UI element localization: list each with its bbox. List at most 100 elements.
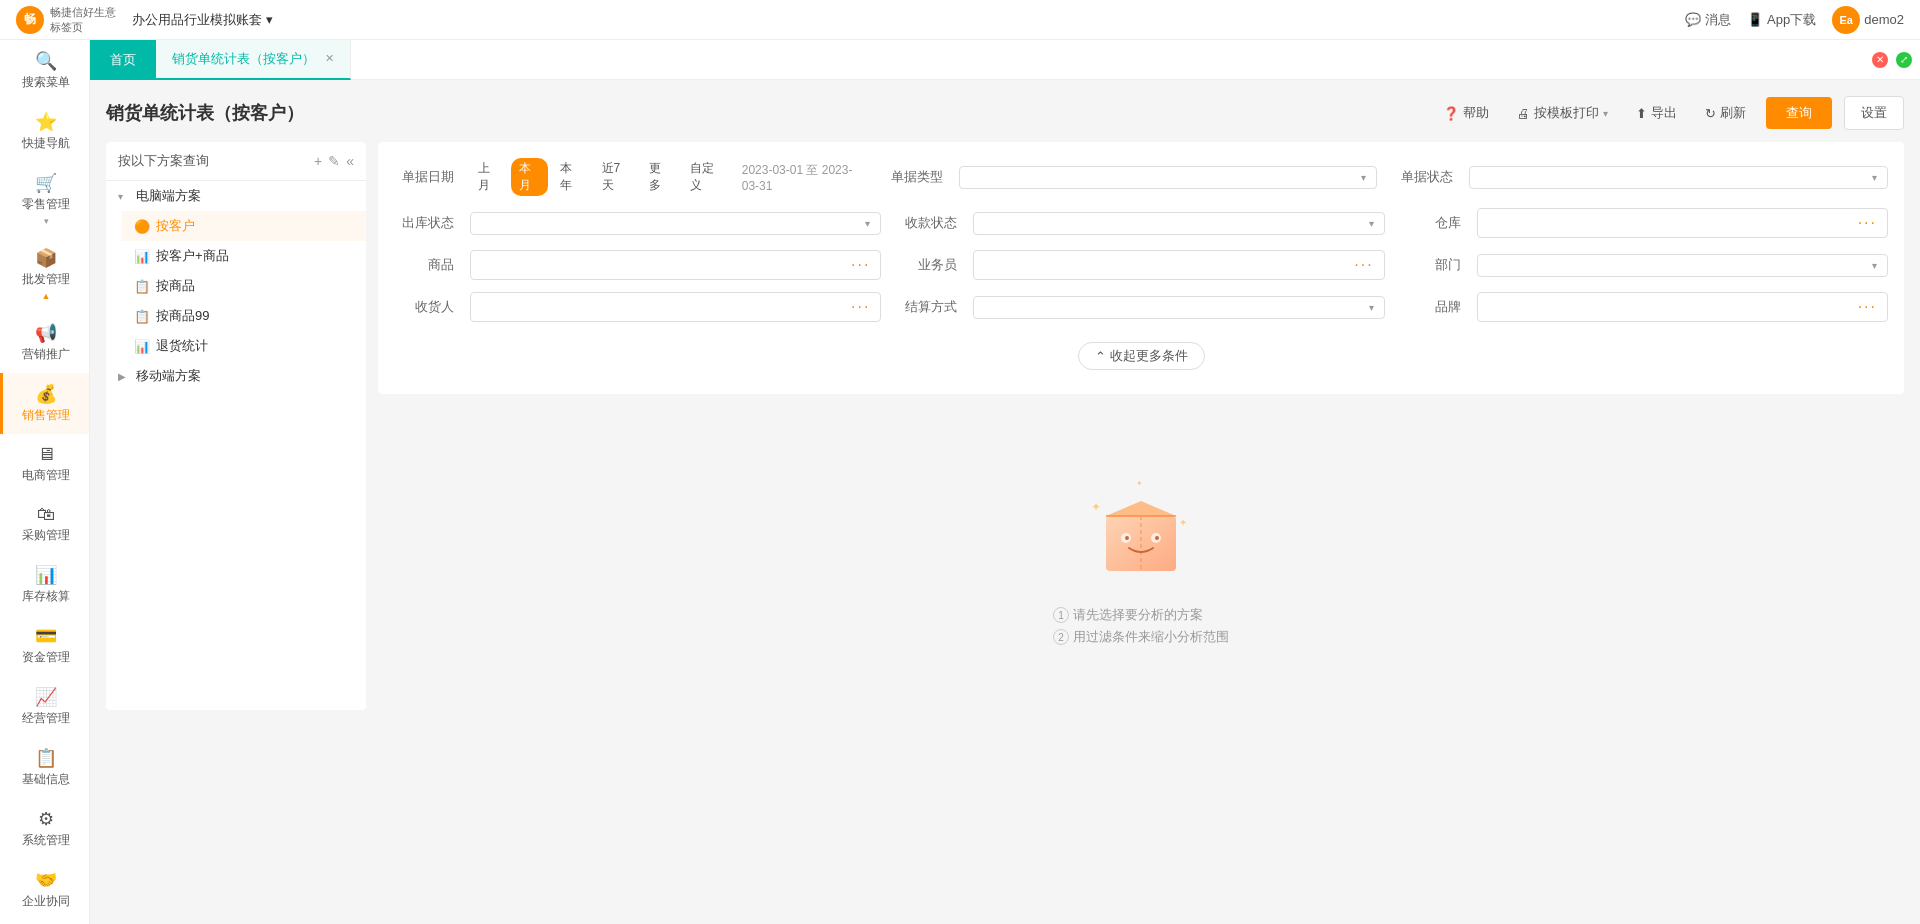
- message-button[interactable]: 💬 消息: [1685, 11, 1731, 29]
- logo-area: 畅 畅捷信好生意 标签页: [16, 5, 116, 34]
- edit-scheme-button[interactable]: ✎: [328, 153, 340, 169]
- content-panel: 单据日期 上月 本月 本年 近7天 更多 自定义 2023-03-01 至 20…: [378, 142, 1904, 710]
- sidebar-item-inventory[interactable]: 📊 库存核算: [0, 554, 89, 615]
- filter-row-3: 商品 ··· 业务员 ··· 部门: [394, 250, 1888, 280]
- svg-point-5: [1125, 536, 1129, 540]
- consignee-input[interactable]: ···: [470, 292, 881, 322]
- window-controls: ✕ ⤢: [1872, 52, 1920, 68]
- add-scheme-button[interactable]: +: [314, 153, 322, 169]
- collapse-panel-button[interactable]: «: [346, 153, 354, 169]
- sidebar-item-ecommerce[interactable]: 🖥 电商管理: [0, 434, 89, 494]
- payment-status-select[interactable]: ▾: [973, 212, 1384, 235]
- sidebar-item-enterprise[interactable]: 🤝 企业协同: [0, 859, 89, 920]
- department-select[interactable]: ▾: [1477, 254, 1888, 277]
- content-area: 首页 销货单统计表（按客户） ✕ ✕ ⤢ 销货单统计表（按客户） ❓ 帮助: [90, 40, 1920, 924]
- print-dropdown-icon: ▾: [1603, 108, 1608, 119]
- outbound-status-label: 出库状态: [394, 214, 454, 232]
- window-maximize-button[interactable]: ⤢: [1896, 52, 1912, 68]
- svg-text:✦: ✦: [1136, 479, 1143, 488]
- return-icon: 📊: [134, 339, 150, 354]
- tree-item-by-goods[interactable]: 📋 按商品: [122, 271, 366, 301]
- tip-num-1: 1: [1053, 607, 1069, 623]
- help-button[interactable]: ❓ 帮助: [1435, 100, 1497, 126]
- date-tab-custom[interactable]: 自定义: [682, 158, 730, 196]
- sidebar-item-marketing[interactable]: 📢 营销推广: [0, 312, 89, 373]
- user-menu[interactable]: Ea demo2: [1832, 6, 1904, 34]
- warehouse-input[interactable]: ···: [1477, 208, 1888, 238]
- outbound-chevron: ▾: [865, 218, 870, 229]
- tree-item-return-stat[interactable]: 📊 退货统计: [122, 331, 366, 361]
- tab-sales-stat[interactable]: 销货单统计表（按客户） ✕: [156, 40, 351, 80]
- cart-icon: 🛒: [7, 172, 85, 194]
- sidebar-item-new-guide[interactable]: 🎯 新手引导: [0, 920, 89, 924]
- export-button[interactable]: ⬆ 导出: [1628, 100, 1685, 126]
- megaphone-icon: 📢: [7, 322, 85, 344]
- department-chevron: ▾: [1872, 260, 1877, 271]
- sidebar-item-system[interactable]: ⚙ 系统管理: [0, 798, 89, 859]
- date-filter-control: 上月 本月 本年 近7天 更多 自定义 2023-03-01 至 2023-03…: [470, 158, 867, 196]
- date-tab-last-7days[interactable]: 近7天: [594, 158, 637, 196]
- empty-illustration: ✦ ✦ ✦: [1081, 466, 1201, 586]
- filter-row-1: 单据日期 上月 本月 本年 近7天 更多 自定义 2023-03-01 至 20…: [394, 158, 1888, 196]
- card-icon: 💳: [7, 625, 85, 647]
- page-title: 销货单统计表（按客户）: [106, 101, 304, 125]
- app-download-button[interactable]: 📱 App下载: [1747, 11, 1816, 29]
- consignee-label: 收货人: [394, 298, 454, 316]
- order-status-chevron: ▾: [1872, 172, 1877, 183]
- left-panel-header: 按以下方案查询 + ✎ «: [106, 142, 366, 181]
- order-type-select[interactable]: ▾: [959, 166, 1378, 189]
- order-date-label: 单据日期: [394, 168, 454, 186]
- tree-desktop-section[interactable]: ▾ 电脑端方案: [106, 181, 366, 211]
- goods-dots: ···: [851, 256, 870, 274]
- sidebar-item-retail[interactable]: 🛒 零售管理 ▾: [0, 162, 89, 237]
- date-tab-this-year[interactable]: 本年: [552, 158, 589, 196]
- computer-icon: 🖥: [7, 444, 85, 465]
- filter-row-4: 收货人 ··· 结算方式 ▾ 品牌: [394, 292, 1888, 322]
- refresh-icon: ↻: [1705, 106, 1716, 121]
- svg-text:✦: ✦: [1091, 500, 1101, 514]
- date-tab-more[interactable]: 更多: [641, 158, 678, 196]
- app-selector[interactable]: 办公用品行业模拟账套 ▾: [124, 7, 281, 33]
- page-content: 销货单统计表（按客户） ❓ 帮助 🖨 按模板打印 ▾ ⬆ 导出: [90, 80, 1920, 924]
- window-close-button[interactable]: ✕: [1872, 52, 1888, 68]
- sidebar-item-operations[interactable]: 📈 经营管理: [0, 676, 89, 737]
- svg-point-6: [1155, 536, 1159, 540]
- order-status-select[interactable]: ▾: [1469, 166, 1888, 189]
- query-button[interactable]: 查询: [1766, 97, 1832, 129]
- sidebar-item-purchase[interactable]: 🛍 采购管理: [0, 494, 89, 554]
- tree-item-by-goods-99[interactable]: 📋 按商品99: [122, 301, 366, 331]
- tree-mobile-section[interactable]: ▶ 移动端方案: [106, 361, 366, 391]
- brand-input[interactable]: ···: [1477, 292, 1888, 322]
- filter-row-2: 出库状态 ▾ 收款状态 ▾ 仓库: [394, 208, 1888, 238]
- date-tab-last-month[interactable]: 上月: [470, 158, 507, 196]
- sidebar-item-base-info[interactable]: 📋 基础信息: [0, 737, 89, 798]
- settings-button[interactable]: 设置: [1844, 96, 1904, 130]
- date-range-display: 2023-03-01 至 2023-03-31: [742, 162, 867, 193]
- date-tabs: 上月 本月 本年 近7天 更多 自定义 2023-03-01 至 2023-03…: [470, 158, 867, 196]
- header-left: 畅 畅捷信好生意 标签页 办公用品行业模拟账套 ▾: [16, 5, 281, 34]
- gear-icon: ⚙: [7, 808, 85, 830]
- tab-close-button[interactable]: ✕: [325, 52, 334, 65]
- trend-icon: 📈: [7, 686, 85, 708]
- sidebar-item-search[interactable]: 🔍 搜索菜单: [0, 40, 89, 101]
- settlement-select[interactable]: ▾: [973, 296, 1384, 319]
- salesperson-input[interactable]: ···: [973, 250, 1384, 280]
- refresh-button[interactable]: ↻ 刷新: [1697, 100, 1754, 126]
- svg-text:✦: ✦: [1179, 517, 1187, 528]
- tab-home[interactable]: 首页: [90, 40, 156, 80]
- sidebar-item-sales[interactable]: 💰 销售管理: [0, 373, 89, 434]
- date-tab-this-month[interactable]: 本月: [511, 158, 548, 196]
- desktop-section-label: 电脑端方案: [136, 187, 201, 205]
- print-button[interactable]: 🖨 按模板打印 ▾: [1509, 100, 1616, 126]
- collapse-button[interactable]: ⌃ 收起更多条件: [1078, 342, 1205, 370]
- sidebar: 🔍 搜索菜单 ⭐ 快捷导航 🛒 零售管理 ▾ 📦 批发管理 ▲ 📢 营销推广 💰…: [0, 40, 90, 924]
- sidebar-item-finance[interactable]: 💳 资金管理: [0, 615, 89, 676]
- goods-input[interactable]: ···: [470, 250, 881, 280]
- tree-item-by-customer-goods[interactable]: 📊 按客户+商品: [122, 241, 366, 271]
- warehouse-label: 仓库: [1401, 214, 1461, 232]
- sidebar-item-quick-nav[interactable]: ⭐ 快捷导航: [0, 101, 89, 162]
- page-actions: ❓ 帮助 🖨 按模板打印 ▾ ⬆ 导出 ↻ 刷新: [1435, 96, 1904, 130]
- tree-item-by-customer[interactable]: 🟠 按客户: [122, 211, 366, 241]
- sidebar-item-wholesale[interactable]: 📦 批发管理 ▲: [0, 237, 89, 312]
- outbound-status-select[interactable]: ▾: [470, 212, 881, 235]
